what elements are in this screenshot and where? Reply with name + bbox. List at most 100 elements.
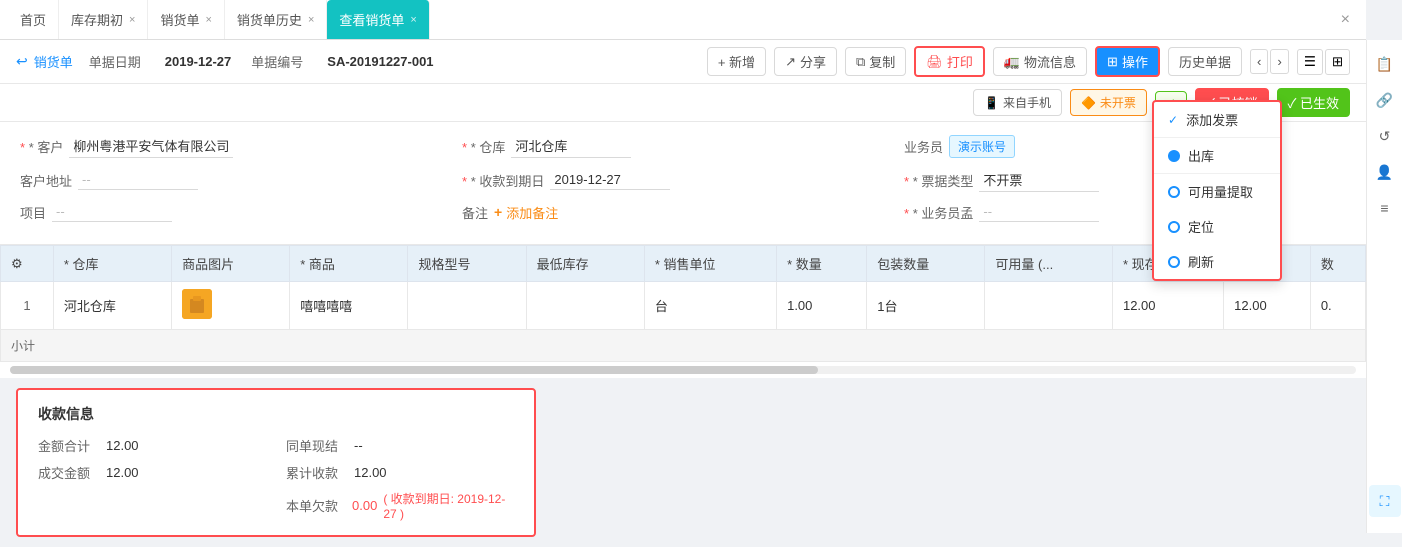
check-mark-icon: ✓ [1168,113,1178,127]
same-order-label: 同单现结 [286,436,346,455]
copy-icon: ⧉ [856,54,865,70]
settings-icon[interactable]: ⚙ [11,256,23,271]
tab-home[interactable]: 首页 [8,0,59,39]
cell-product: 嘻嘻嘻嘻 [290,282,408,330]
new-button[interactable]: + 新增 [707,47,766,76]
dropdown-item-locate[interactable]: 定位 [1154,209,1280,244]
address-value: -- [78,170,198,190]
form-row-3: 项目 -- 备注 + 添加备注 * * 业务员孟 -- [20,202,1346,222]
share-icon: ↗ [785,54,796,70]
sidebar-icon-1[interactable]: 📋 [1369,48,1401,80]
cell-package-qty: 1台 [867,282,985,330]
logistics-button[interactable]: 🚛 物流信息 [993,47,1087,76]
product-image [182,289,212,319]
tab-view-sales[interactable]: 查看销货单 × [327,0,429,39]
share-button[interactable]: ↗ 分享 [774,47,837,76]
project-label: 项目 [20,203,46,222]
amount-label: 金额合计 [38,436,98,455]
add-note-button[interactable]: + 添加备注 [494,203,558,222]
print-icon: 🖨 [926,54,943,70]
subtotal-row: 小计 [1,330,1366,362]
employee-label: 业务员 [904,137,943,156]
dot-outline-icon-3 [1168,256,1180,268]
sales-employee-value: -- [979,202,1099,222]
th-spec: 规格型号 [408,246,526,282]
dot-blue-icon [1168,150,1180,162]
sidebar-icon-4[interactable]: 👤 [1369,156,1401,188]
th-product: * 商品 [290,246,408,282]
th-unit: * 销售单位 [644,246,776,282]
dropdown-item-outbound[interactable]: 出库 [1154,138,1280,173]
warehouse-field: * * 仓库 河北仓库 [462,134,904,158]
transaction-row: 成交金额 12.00 [38,463,266,482]
th-quantity: * 数量 [777,246,867,282]
due-date-label: * * 收款到期日 [462,171,544,190]
sidebar-icon-5[interactable]: ≡ [1369,192,1401,224]
note-field: 备注 + 添加备注 [462,203,904,222]
tab-sales-order[interactable]: 销货单 × [148,0,224,39]
window-close-button[interactable]: × [1333,7,1358,33]
close-view-sales[interactable]: × [410,14,416,26]
th-warehouse: * 仓库 [53,246,171,282]
cell-unit: 台 [644,282,776,330]
doc-title: ↩ 销货单 [16,52,73,71]
doc-date-label: 单据日期 [89,52,141,71]
print-button[interactable]: 🖨 打印 [914,46,985,77]
next-button[interactable]: › [1270,49,1288,74]
ticket-value: 不开票 [979,168,1099,192]
tab-sales-history[interactable]: 销货单历史 × [225,0,327,39]
scroll-bar[interactable] [10,366,1356,374]
dropdown-item-available-qty[interactable]: 可用量提取 [1154,174,1280,209]
customer-label: * * 客户 [20,137,63,156]
right-sidebar: 📋 🔗 ↺ 👤 ≡ ⛶ [1366,40,1402,533]
th-package-qty: 包装数量 [867,246,985,282]
cumulative-label: 累计收款 [286,463,346,482]
dropdown-item-refresh[interactable]: 刷新 [1154,244,1280,279]
th-product-img: 商品图片 [172,246,290,282]
effective-button[interactable]: ✓ 已生效 [1277,88,1351,117]
copy-button[interactable]: ⧉ 复制 [845,47,906,76]
same-order-value: -- [354,438,363,453]
sidebar-icon-3[interactable]: ↺ [1369,120,1401,152]
address-label: 客户地址 [20,171,72,190]
cumulative-row: 累计收款 12.00 [286,463,514,482]
overdue-value: 0.00 [352,498,377,513]
doc-icon: ↩ [16,53,28,70]
from-mobile-button[interactable]: 📱 来自手机 [973,89,1062,116]
th-settings: ⚙ [1,246,54,282]
close-inventory-init[interactable]: × [129,14,135,26]
cumulative-value: 12.00 [354,465,387,480]
th-available: 可用量 (... [985,246,1113,282]
cell-product-img [172,282,290,330]
tab-inventory-init[interactable]: 库存期初 × [59,0,148,39]
doc-date-value: 2019-12-27 [165,54,232,69]
sidebar-icon-expand[interactable]: ⛶ [1369,485,1401,517]
operations-button[interactable]: ⊞ 操作 [1095,46,1160,77]
view-toggle: ☰ ⊞ [1297,49,1350,75]
dropdown-menu: ✓ 添加发票 出库 可用量提取 定位 刷新 [1152,100,1282,281]
employee-value: 演示账号 [949,135,1015,158]
close-sales-order[interactable]: × [205,14,211,26]
cell-num: 1 [1,282,54,330]
cell-amount: 0. [1310,282,1365,330]
cell-quantity: 1.00 [777,282,867,330]
not-open-button[interactable]: 🔶 未开票 [1070,89,1147,116]
table-row: 1 河北仓库 嘻嘻嘻嘻 台 1.00 1台 12.00 12.00 [1,282,1366,330]
prev-button[interactable]: ‹ [1250,49,1268,74]
project-value: -- [52,202,172,222]
sidebar-icon-2[interactable]: 🔗 [1369,84,1401,116]
transaction-value: 12.00 [106,465,139,480]
history-button[interactable]: 历史单据 [1168,47,1242,76]
grid-view-button[interactable]: ⊞ [1325,49,1350,75]
cell-unit-price: 12.00 [1224,282,1311,330]
doc-title-text: 销货单 [34,52,73,71]
doc-meta: 单据日期 2019-12-27 单据编号 SA-20191227-001 [89,52,434,71]
overdue-row: 本单欠款 0.00 ( 收款到期日: 2019-12-27 ) [286,490,514,521]
dropdown-item-add-invoice[interactable]: ✓ 添加发票 [1154,102,1280,137]
project-field: 项目 -- [20,202,462,222]
warehouse-label: * * 仓库 [462,137,505,156]
list-view-button[interactable]: ☰ [1297,49,1323,75]
cell-min-stock [526,282,644,330]
close-sales-history[interactable]: × [308,14,314,26]
transaction-label: 成交金额 [38,463,98,482]
